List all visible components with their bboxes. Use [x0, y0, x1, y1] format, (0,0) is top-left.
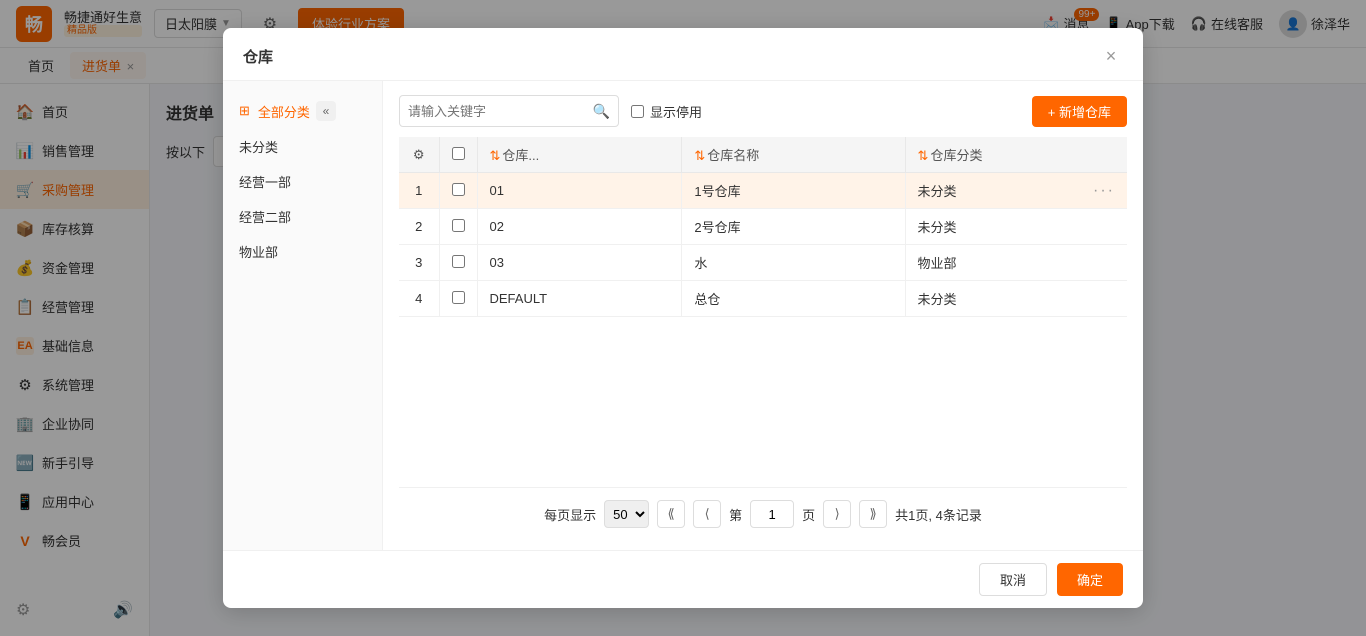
col-header-name: ⇅仓库名称 [682, 137, 905, 173]
select-all-checkbox[interactable] [452, 147, 465, 160]
col-header-category: ⇅仓库分类 [905, 137, 1127, 173]
table-row[interactable]: 1 01 1号仓库 未分类··· [399, 173, 1127, 209]
cancel-button[interactable]: 取消 [979, 563, 1047, 596]
search-icon[interactable]: 🔍 [593, 103, 610, 120]
dialog-toolbar: 🔍 显示停用 + 新增仓库 [399, 95, 1127, 127]
table-row[interactable]: 3 03 水 物业部 [399, 245, 1127, 281]
show-disabled-checkbox[interactable] [631, 105, 644, 118]
table-header-row: ⚙ ⇅仓库... ⇅仓库名称 ⇅仓库分类 [399, 137, 1127, 173]
table-row[interactable]: 4 DEFAULT 总仓 未分类 [399, 281, 1127, 317]
per-page-select[interactable]: 50 [604, 500, 649, 528]
row-checkbox[interactable] [439, 173, 477, 209]
dialog-sidebar-item-ops1[interactable]: 经营一部 [223, 164, 382, 199]
sort-icon-name: ⇅ [694, 148, 705, 163]
dialog-sidebar-item-property[interactable]: 物业部 [223, 234, 382, 269]
dialog-main-content: 🔍 显示停用 + 新增仓库 ⚙ [383, 81, 1143, 550]
dialog-sidebar-item-uncategorized[interactable]: 未分类 [223, 129, 382, 164]
prev-page-button[interactable]: ⟨ [693, 500, 721, 528]
dialog-sidebar-item-ops2[interactable]: 经营二部 [223, 199, 382, 234]
dialog-sidebar-all-category[interactable]: ⊞ 全部分类 « [223, 93, 382, 129]
row-checkbox[interactable] [439, 281, 477, 317]
dialog-title: 仓库 [243, 46, 273, 67]
row-checkbox[interactable] [439, 245, 477, 281]
row-id: DEFAULT [477, 281, 682, 317]
dialog-header: 仓库 × [223, 28, 1143, 81]
confirm-button[interactable]: 确定 [1057, 563, 1123, 596]
warehouse-table: ⚙ ⇅仓库... ⇅仓库名称 ⇅仓库分类 1 01 [399, 137, 1127, 317]
row-name: 1号仓库 [682, 173, 905, 209]
row-id: 01 [477, 173, 682, 209]
row-num: 3 [399, 245, 439, 281]
next-page-button[interactable]: ⟩ [823, 500, 851, 528]
show-disabled-checkbox-label[interactable]: 显示停用 [631, 102, 702, 121]
modal-overlay: 仓库 × ⊞ 全部分类 « 未分类 经营一部 经营二部 [0, 0, 1366, 636]
page-number-input[interactable] [750, 500, 794, 528]
row-actions-icon[interactable]: ··· [1093, 182, 1115, 200]
pagination: 每页显示 50 ⟪ ⟨ 第 页 ⟩ ⟫ 共1页, 4条记录 [399, 487, 1127, 536]
grid-icon: ⊞ [239, 103, 250, 119]
row-name: 2号仓库 [682, 209, 905, 245]
table-row[interactable]: 2 02 2号仓库 未分类 [399, 209, 1127, 245]
warehouse-table-wrap: ⚙ ⇅仓库... ⇅仓库名称 ⇅仓库分类 1 01 [399, 137, 1127, 483]
row-id: 03 [477, 245, 682, 281]
col-header-checkbox [439, 137, 477, 173]
first-page-button[interactable]: ⟪ [657, 500, 685, 528]
sort-icon-id: ⇅ [490, 148, 501, 163]
row-checkbox[interactable] [439, 209, 477, 245]
sort-icon-category: ⇅ [918, 148, 929, 163]
row-category: 未分类 [905, 281, 1127, 317]
row-category: 未分类 [905, 209, 1127, 245]
warehouse-dialog: 仓库 × ⊞ 全部分类 « 未分类 经营一部 经营二部 [223, 28, 1143, 608]
row-name: 总仓 [682, 281, 905, 317]
dialog-sidebar: ⊞ 全部分类 « 未分类 经营一部 经营二部 物业部 [223, 81, 383, 550]
dialog-body: ⊞ 全部分类 « 未分类 经营一部 经营二部 物业部 [223, 81, 1143, 550]
col-header-gear: ⚙ [399, 137, 439, 173]
row-num: 1 [399, 173, 439, 209]
dialog-footer: 取消 确定 [223, 550, 1143, 608]
search-box: 🔍 [399, 95, 619, 127]
row-name: 水 [682, 245, 905, 281]
add-warehouse-button[interactable]: + 新增仓库 [1032, 96, 1127, 127]
dialog-close-button[interactable]: × [1099, 44, 1123, 68]
col-header-id: ⇅仓库... [477, 137, 682, 173]
row-category: 物业部 [905, 245, 1127, 281]
collapse-button[interactable]: « [316, 101, 336, 121]
row-category: 未分类··· [906, 173, 1127, 208]
row-num: 4 [399, 281, 439, 317]
search-input[interactable] [408, 104, 593, 119]
last-page-button[interactable]: ⟫ [859, 500, 887, 528]
row-id: 02 [477, 209, 682, 245]
row-num: 2 [399, 209, 439, 245]
